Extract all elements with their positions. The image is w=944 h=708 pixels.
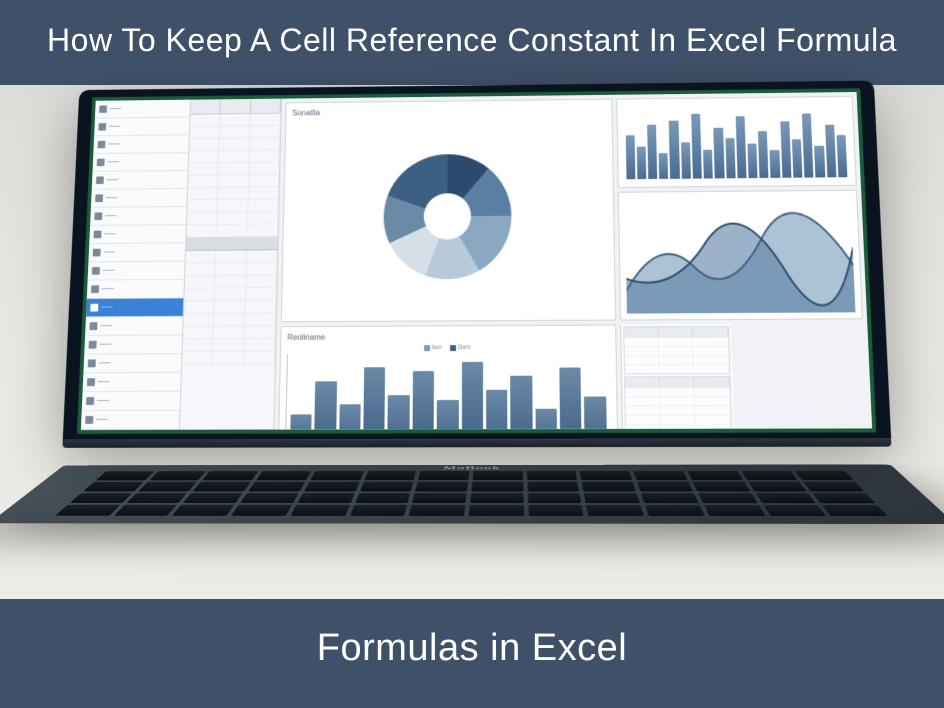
data-subheader (186, 237, 278, 251)
sidebar-item-selected: —— (86, 298, 183, 317)
illustration-area: —— —— —— —— —— —— —— —— —— —— —— —— —— —… (0, 85, 944, 575)
keyboard-deck: MoBook (0, 464, 944, 523)
sidebar-item: —— (88, 261, 185, 280)
folder-icon (88, 359, 96, 367)
chart-title: Reoliname (287, 331, 609, 341)
folder-icon (99, 105, 107, 113)
table-row (188, 187, 279, 200)
donut-chart (383, 153, 512, 279)
table-row (190, 126, 281, 139)
area-chart-box (617, 189, 862, 320)
folder-icon (95, 194, 103, 202)
laptop-brand-label: MoBook (443, 466, 500, 471)
table-row (185, 263, 277, 276)
data-header (191, 99, 281, 115)
mini-table (623, 326, 730, 374)
table-row (183, 326, 276, 339)
sidebar-item: —— (85, 317, 182, 336)
sparkline-bars (623, 102, 850, 181)
table-row (182, 339, 275, 352)
sidebar-item: —— (90, 207, 186, 226)
sidebar-item: —— (82, 392, 180, 411)
small-bars-box (616, 96, 857, 188)
table-row (187, 212, 279, 225)
sidebar-item: —— (89, 225, 185, 244)
folder-icon (98, 123, 106, 131)
folder-icon (98, 141, 106, 149)
data-rows (180, 114, 281, 430)
sidebar-item: —— (87, 280, 184, 299)
table-row (182, 352, 275, 365)
folder-icon (97, 158, 105, 166)
folder-icon (85, 416, 93, 424)
excel-screen: —— —— —— —— —— —— —— —— —— —— —— —— —— —… (77, 88, 877, 434)
laptop-illustration: —— —— —— —— —— —— —— —— —— —— —— —— —— —… (54, 80, 900, 628)
sidebar-item: —— (93, 153, 189, 172)
chart-title: Sonatlla (292, 105, 605, 117)
pie-wrap (288, 117, 609, 315)
sidebar-item: —— (81, 411, 180, 430)
table-row (185, 250, 277, 263)
sidebar-item: —— (95, 100, 190, 119)
screen-bezel: —— —— —— —— —— —— —— —— —— —— —— —— —— —… (63, 80, 891, 439)
pie-chart-box: Sonatlla (281, 99, 616, 323)
charts-area: Sonatlla (274, 92, 872, 429)
bar-chart (285, 352, 611, 433)
table-row (188, 162, 279, 175)
nav-sidebar: —— —— —— —— —— —— —— —— —— —— —— —— —— —… (81, 100, 191, 430)
folder-icon (92, 267, 100, 275)
folder-icon (93, 230, 101, 238)
table-row (183, 313, 276, 326)
folder-icon (89, 341, 97, 349)
table-row (190, 114, 281, 127)
table-row (189, 138, 280, 151)
sidebar-item: —— (94, 117, 189, 136)
right-data-panel (620, 324, 735, 434)
sidebar-item: —— (92, 171, 188, 190)
table-row (187, 199, 278, 212)
laptop-hinge (62, 438, 891, 447)
keyboard (55, 470, 887, 516)
folder-icon (86, 397, 94, 405)
table-row (189, 150, 280, 163)
folder-icon (90, 304, 98, 312)
sidebar-item: —— (89, 243, 186, 262)
sidebar-item: —— (84, 354, 182, 373)
table-row (188, 175, 279, 188)
page-title: How To Keep A Cell Reference Constant In… (47, 22, 897, 58)
top-title-banner: How To Keep A Cell Reference Constant In… (0, 0, 944, 85)
folder-icon (91, 285, 99, 293)
folder-icon (87, 378, 95, 386)
table-row (184, 301, 277, 314)
table-row (185, 275, 277, 288)
folder-icon (89, 322, 97, 330)
table-row (184, 288, 276, 301)
sidebar-item: —— (91, 189, 187, 208)
folder-icon (93, 249, 101, 257)
folder-icon (96, 176, 104, 184)
mini-table (624, 376, 733, 434)
table-row (186, 224, 278, 237)
folder-icon (94, 212, 102, 220)
data-column (180, 99, 282, 430)
chart-legend: Iten Danr (287, 344, 609, 351)
main-bars-box: Reoliname Iten Danr (278, 325, 618, 434)
sidebar-item: —— (93, 135, 188, 154)
sidebar-item: —— (84, 335, 182, 354)
category-label: Formulas in Excel (317, 627, 627, 669)
bottom-title-banner: Formulas in Excel (0, 599, 944, 708)
area-chart (624, 196, 855, 313)
sidebar-item: —— (83, 373, 181, 392)
